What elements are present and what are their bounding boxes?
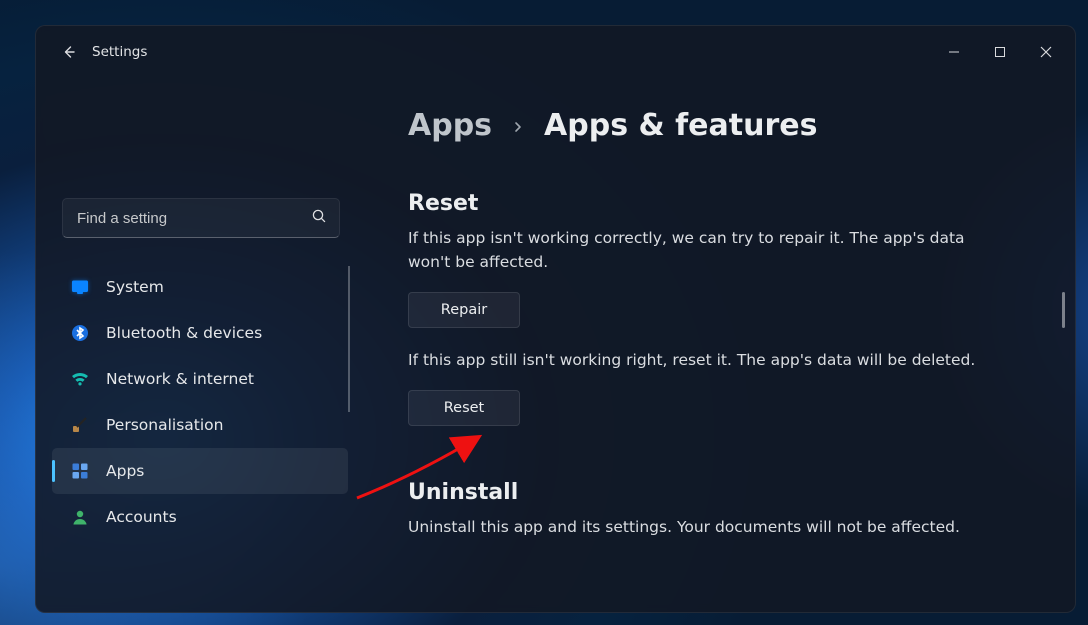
bluetooth-icon [70,323,90,343]
breadcrumb: Apps Apps & features [408,108,1047,143]
sidebar: System Bluetooth & devices Network & int… [36,78,366,612]
sidebar-item-network[interactable]: Network & internet [52,356,348,402]
content-scrollbar[interactable] [1062,292,1065,328]
sidebar-item-accounts[interactable]: Accounts [52,494,348,540]
sidebar-item-bluetooth[interactable]: Bluetooth & devices [52,310,348,356]
caption-buttons [931,35,1069,69]
sidebar-item-label: Apps [106,462,144,480]
settings-window: Settings [35,25,1076,613]
body-area: System Bluetooth & devices Network & int… [36,78,1075,612]
system-icon [70,277,90,297]
sidebar-item-apps[interactable]: Apps [52,448,348,494]
sidebar-item-personalisation[interactable]: Personalisation [52,402,348,448]
reset-heading: Reset [408,191,1047,216]
minimize-icon [948,46,960,58]
maximize-icon [994,46,1006,58]
back-button[interactable] [52,35,86,69]
app-title: Settings [92,44,147,60]
nav-list: System Bluetooth & devices Network & int… [52,264,348,540]
sidebar-item-label: System [106,278,164,296]
close-button[interactable] [1023,35,1069,69]
sidebar-top-gap [46,78,356,198]
minimize-button[interactable] [931,35,977,69]
sidebar-item-label: Accounts [106,508,177,526]
sidebar-item-label: Bluetooth & devices [106,324,262,342]
reset-description: If this app still isn't working right, r… [408,348,988,372]
reset-button[interactable]: Reset [408,390,520,426]
search-input[interactable] [77,210,311,227]
sidebar-item-label: Personalisation [106,416,223,434]
content-panel: Apps Apps & features Reset If this app i… [366,78,1075,612]
sidebar-item-label: Network & internet [106,370,254,388]
paintbrush-icon [70,415,90,435]
maximize-button[interactable] [977,35,1023,69]
uninstall-description: Uninstall this app and its settings. You… [408,515,988,539]
person-icon [70,507,90,527]
search-icon [311,208,327,228]
back-arrow-icon [61,44,77,60]
nav-scroll-indicator[interactable] [348,266,350,412]
search-box[interactable] [62,198,340,238]
repair-button[interactable]: Repair [408,292,520,328]
sidebar-item-system[interactable]: System [52,264,348,310]
chevron-right-icon [512,118,524,137]
breadcrumb-current: Apps & features [544,108,817,143]
titlebar: Settings [36,26,1075,78]
close-icon [1040,46,1052,58]
breadcrumb-parent[interactable]: Apps [408,108,492,143]
wifi-icon [70,369,90,389]
repair-description: If this app isn't working correctly, we … [408,226,988,274]
apps-icon [70,461,90,481]
uninstall-heading: Uninstall [408,480,1047,505]
